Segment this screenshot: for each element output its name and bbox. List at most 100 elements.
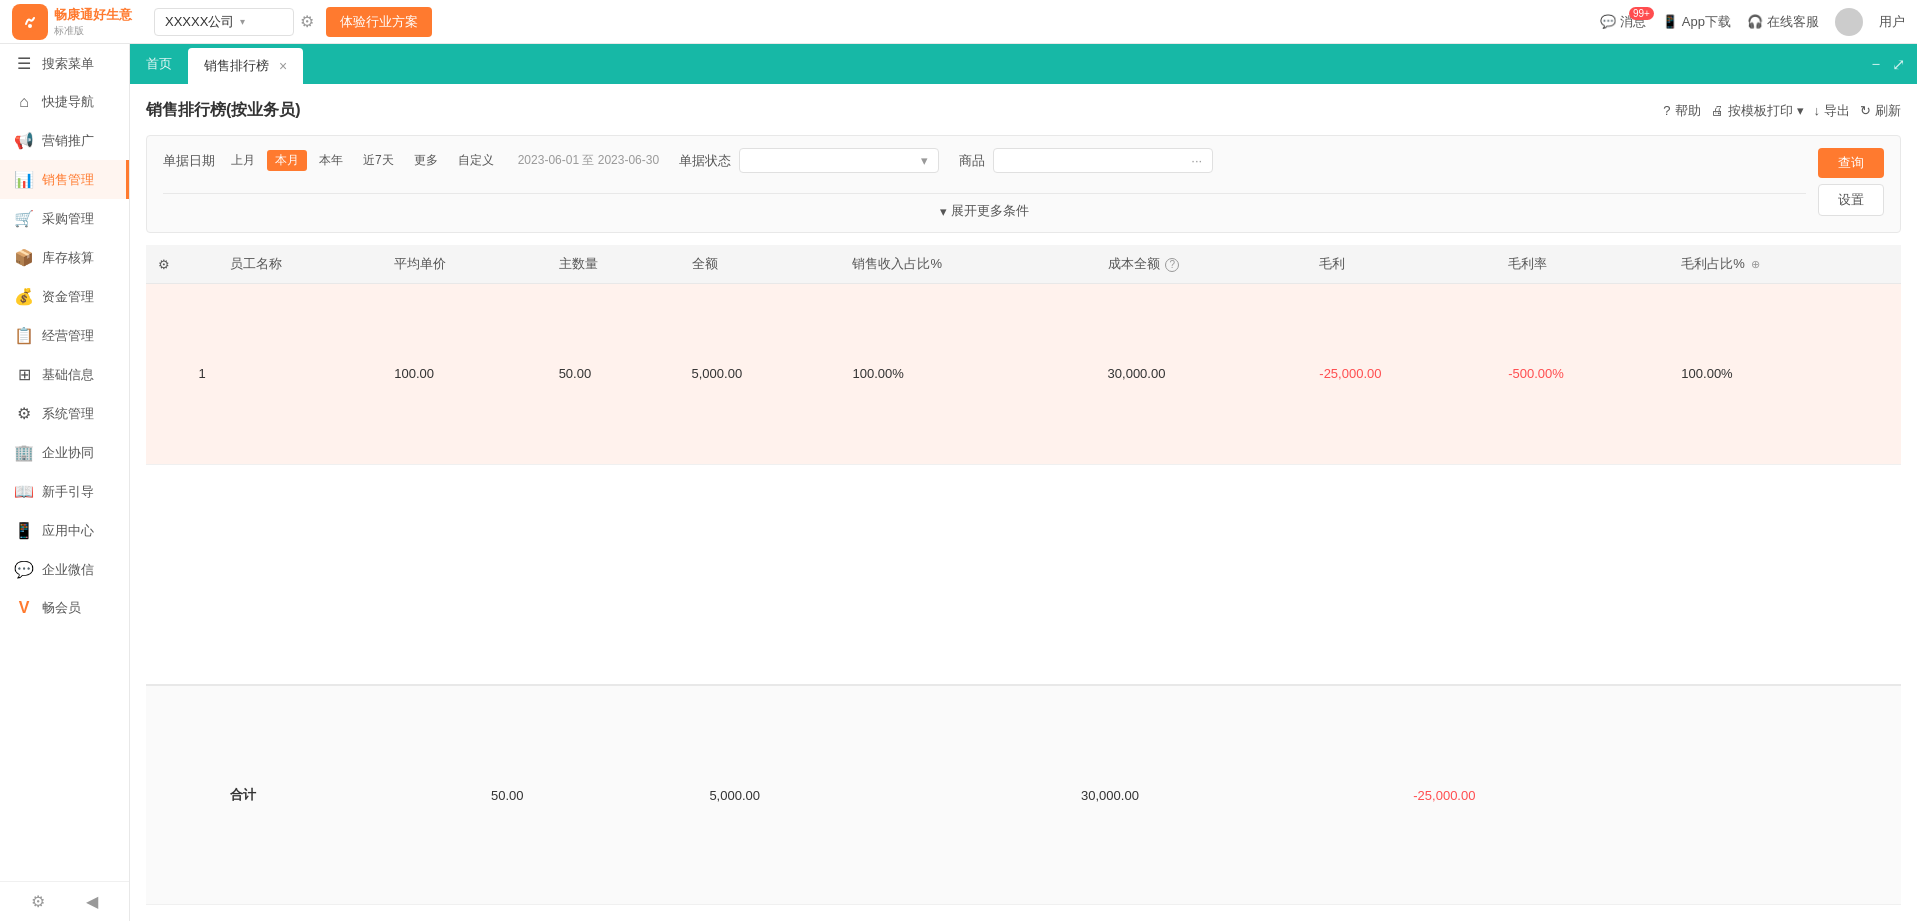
sidebar-item-label: 库存核算	[42, 249, 94, 267]
message-button[interactable]: 💬 消息 99+	[1600, 13, 1646, 31]
sidebar-collapse-button[interactable]: ◀	[86, 892, 98, 911]
cost-info-icon[interactable]: ?	[1165, 258, 1179, 272]
sidebar-item-label: 畅会员	[42, 599, 81, 617]
trial-btn[interactable]: 体验行业方案	[326, 7, 432, 37]
date-tab-custom[interactable]: 自定义	[450, 150, 502, 171]
tab-maximize-button[interactable]: ⤢	[1892, 55, 1905, 74]
filter-date: 单据日期 上月 本月 本年 近7天 更多 自定义	[163, 150, 659, 171]
user-name: 用户	[1879, 13, 1905, 31]
sidebar-item-finance[interactable]: 💰 资金管理	[0, 277, 129, 316]
help-icon: ?	[1663, 103, 1670, 118]
settings-button[interactable]: 设置	[1818, 184, 1884, 216]
message-badge: 99+	[1629, 7, 1654, 20]
page-title: 销售排行榜(按业务员)	[146, 100, 301, 121]
company-selector[interactable]: XXXXX公司 ▾	[154, 8, 294, 36]
title-actions: ? 帮助 🖨 按模板打印 ▾ ↓ 导出 ↻	[1663, 102, 1901, 120]
tab-sales-ranking[interactable]: 销售排行榜 ×	[188, 48, 303, 84]
chevron-down-icon: ▾	[240, 16, 245, 27]
sidebar-item-basic-info[interactable]: ⊞ 基础信息	[0, 355, 129, 394]
sidebar-item-operations[interactable]: 📋 经营管理	[0, 316, 129, 355]
help-button[interactable]: ? 帮助	[1663, 102, 1700, 120]
sidebar: ☰ 搜索菜单 ⌂ 快捷导航 📢 营销推广 📊 销售管理 🛒 采购管理 📦 库	[0, 44, 130, 921]
date-tab-prev-month[interactable]: 上月	[223, 150, 263, 171]
avatar[interactable]	[1835, 8, 1863, 36]
expand-more-label: 展开更多条件	[951, 202, 1029, 220]
settings-icon-button[interactable]: ⚙	[300, 12, 314, 31]
date-tab-last-7days[interactable]: 近7天	[355, 150, 402, 171]
sidebar-item-guide[interactable]: 📖 新手引导	[0, 472, 129, 511]
date-tab-this-month[interactable]: 本月	[267, 150, 307, 171]
logo-area: 畅康通好生意 标准版	[12, 4, 142, 40]
app-download-label: App下载	[1682, 13, 1731, 31]
expand-more-btn[interactable]: ▾ 展开更多条件	[163, 193, 1806, 220]
date-tab-more[interactable]: 更多	[406, 150, 446, 171]
svg-point-0	[20, 12, 40, 32]
export-icon: ↓	[1814, 103, 1821, 118]
online-service-label: 在线客服	[1767, 13, 1819, 31]
online-service-button[interactable]: 🎧 在线客服	[1747, 13, 1819, 31]
sidebar-item-system[interactable]: ⚙ 系统管理	[0, 394, 129, 433]
col-settings-header: ⚙	[146, 245, 182, 284]
sidebar-bottom: ⚙ ◀	[0, 881, 129, 921]
export-button[interactable]: ↓ 导出	[1814, 102, 1851, 120]
app-download-button[interactable]: 📱 App下载	[1662, 13, 1731, 31]
basic-info-icon: ⊞	[14, 365, 34, 384]
footer-cell-sales-pct	[1001, 685, 1073, 904]
date-tab-this-year[interactable]: 本年	[311, 150, 351, 171]
footer-cell-gross-profit: -25,000.00	[1405, 685, 1757, 904]
sidebar-item-inventory[interactable]: 📦 库存核算	[0, 238, 129, 277]
refresh-button[interactable]: ↻ 刷新	[1860, 102, 1901, 120]
filter-goods: 商品 ···	[959, 148, 1213, 173]
footer-cell-cost: 30,000.00	[1073, 685, 1405, 904]
sidebar-item-label: 快捷导航	[42, 93, 94, 111]
table-body: 1 100.00 50.00 5,000.00 100.00% 30,000.0…	[146, 284, 1901, 465]
sidebar-item-member[interactable]: V 畅会员	[0, 589, 129, 627]
page-title-bar: 销售排行榜(按业务员) ? 帮助 🖨 按模板打印 ▾ ↓	[146, 100, 1901, 121]
svg-point-1	[28, 24, 32, 28]
col-gross-margin-header: 毛利率	[1500, 245, 1673, 284]
table-row: 1 100.00 50.00 5,000.00 100.00% 30,000.0…	[146, 284, 1901, 465]
sidebar-item-purchase[interactable]: 🛒 采购管理	[0, 199, 129, 238]
footer-cell-empty1	[146, 685, 182, 904]
col-avg-price-header: 平均单价	[386, 245, 550, 284]
sidebar-item-marketing[interactable]: 📢 营销推广	[0, 121, 129, 160]
sidebar-item-quick-nav[interactable]: ⌂ 快捷导航	[0, 83, 129, 121]
app-center-icon: 📱	[14, 521, 34, 540]
page-content: 销售排行榜(按业务员) ? 帮助 🖨 按模板打印 ▾ ↓	[130, 84, 1917, 921]
col-gross-profit-header: 毛利	[1311, 245, 1500, 284]
query-button[interactable]: 查询	[1818, 148, 1884, 178]
settings-icon[interactable]: ⚙	[158, 257, 170, 272]
goods-dots-button[interactable]: ···	[1191, 153, 1202, 168]
table-wrapper: ⚙ 员工名称 平均单价 主数量 全额 销售收入占比% 成本全额 ?	[146, 245, 1901, 905]
sidebar-item-wechat[interactable]: 💬 企业微信	[0, 550, 129, 589]
footer-cell-label: 合计	[222, 685, 411, 904]
active-tab-label: 销售排行榜	[204, 57, 269, 75]
col-index-header	[182, 245, 222, 284]
col-main-qty-header: 主数量	[551, 245, 684, 284]
sidebar-item-sales[interactable]: 📊 销售管理	[0, 160, 129, 199]
logo-text: 畅康通好生意 标准版	[54, 6, 132, 38]
cell-cost: 30,000.00	[1100, 284, 1312, 465]
table-footer: 合计 50.00 5,000.00 30,000.00 -25,000.00	[146, 684, 1901, 905]
footer-cell-avg-price	[411, 685, 483, 904]
sidebar-item-app-center[interactable]: 📱 应用中心	[0, 511, 129, 550]
sidebar-item-label: 企业微信	[42, 561, 94, 579]
headset-icon: 🎧	[1747, 14, 1763, 29]
sidebar-settings-button[interactable]: ⚙	[31, 892, 45, 911]
sidebar-item-enterprise[interactable]: 🏢 企业协同	[0, 433, 129, 472]
filter-status-label: 单据状态	[679, 152, 731, 170]
filter-goods-select[interactable]: ···	[993, 148, 1213, 173]
filter-date-label: 单据日期	[163, 152, 215, 170]
sales-icon: 📊	[14, 170, 34, 189]
print-button[interactable]: 🖨 按模板打印 ▾	[1711, 102, 1804, 120]
filter-status-select[interactable]: ▾	[739, 148, 939, 173]
tab-home[interactable]: 首页	[130, 44, 188, 84]
tab-close-button[interactable]: ×	[279, 58, 287, 74]
status-dropdown-icon: ▾	[921, 153, 928, 168]
tab-minimize-button[interactable]: －	[1868, 54, 1884, 75]
sidebar-item-search[interactable]: ☰ 搜索菜单	[0, 44, 129, 83]
cell-index: 1	[182, 284, 222, 465]
print-icon: 🖨	[1711, 103, 1724, 118]
query-actions: 查询 设置	[1818, 148, 1884, 216]
table-header-row: ⚙ 员工名称 平均单价 主数量 全额 销售收入占比% 成本全额 ?	[146, 245, 1901, 284]
